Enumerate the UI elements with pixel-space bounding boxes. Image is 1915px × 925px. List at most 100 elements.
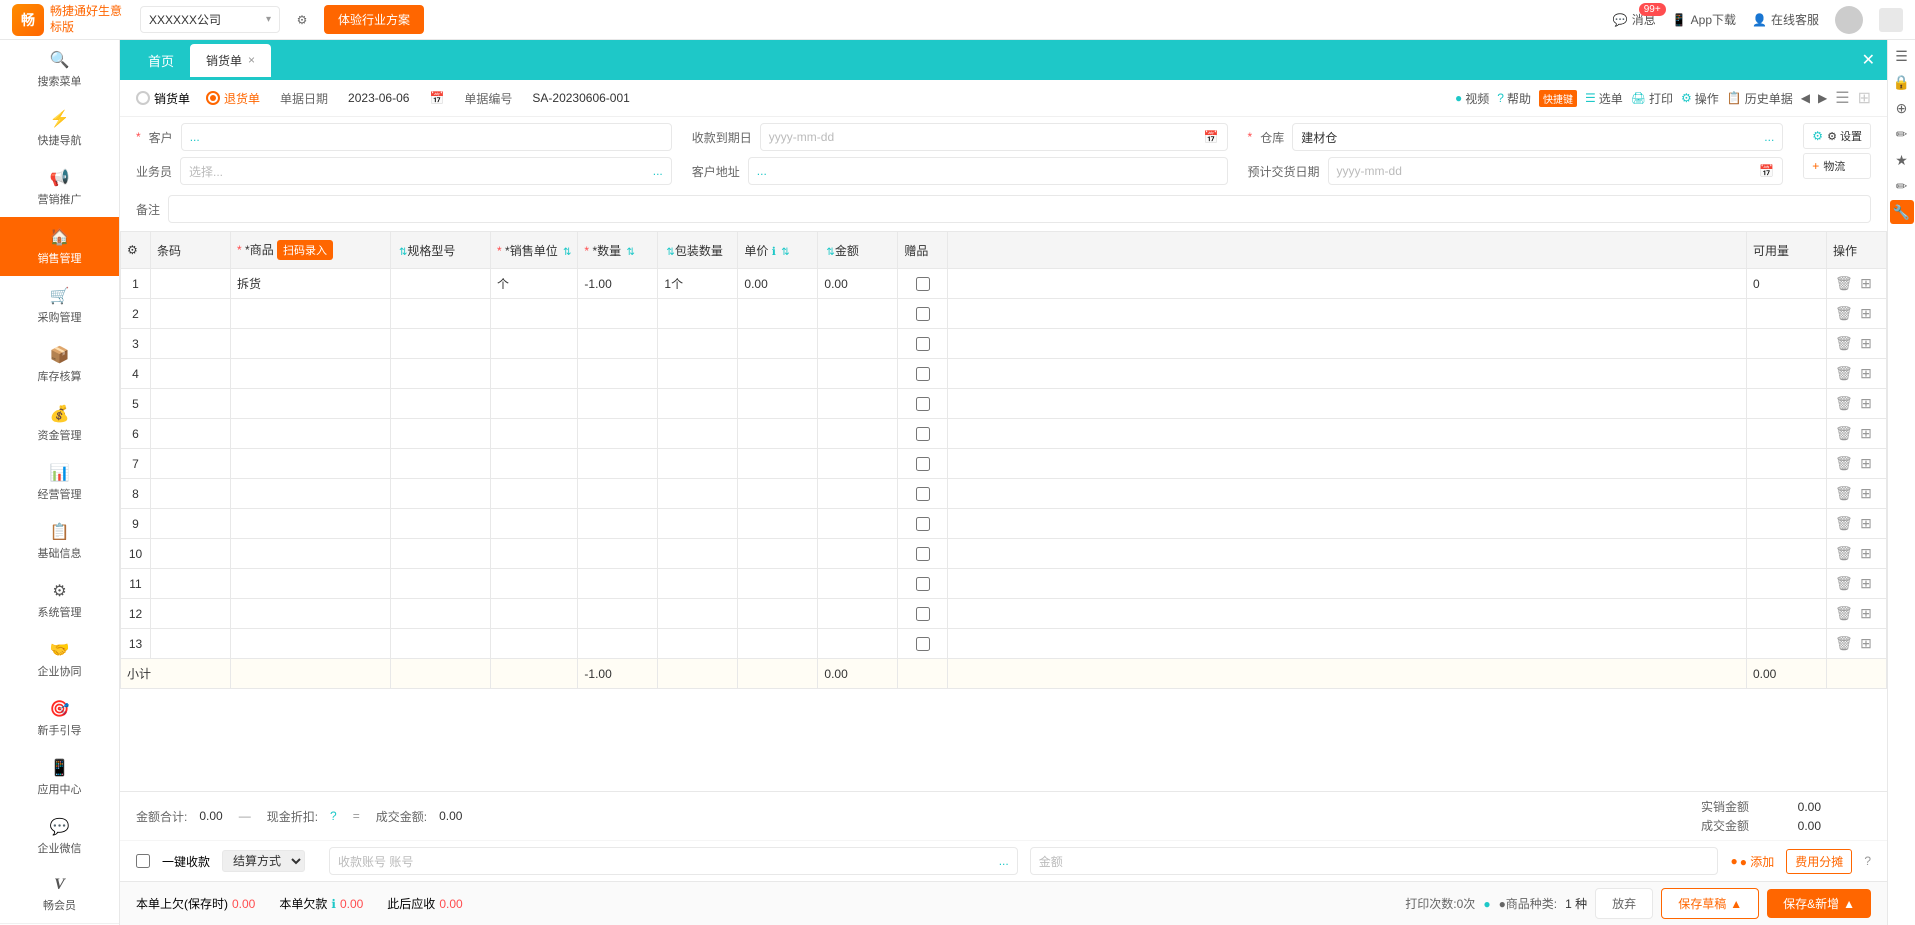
row-barcode[interactable]	[151, 329, 231, 359]
copy-row-icon[interactable]: ⊞	[1860, 395, 1872, 411]
discard-btn[interactable]: 放弃	[1595, 888, 1653, 919]
row-product[interactable]	[231, 419, 391, 449]
gift-checkbox[interactable]	[916, 517, 930, 531]
tab-active[interactable]: 销货单 ×	[190, 44, 271, 77]
row-qty[interactable]	[578, 359, 658, 389]
sidebar-item-system[interactable]: ⚙ 系统管理	[0, 571, 119, 630]
copy-row-icon[interactable]: ⊞	[1860, 305, 1872, 321]
row-pkgqty[interactable]	[658, 299, 738, 329]
row-price[interactable]	[738, 509, 818, 539]
row-amount[interactable]	[818, 299, 898, 329]
row-unit[interactable]	[491, 449, 578, 479]
discount-info-icon[interactable]: ?	[330, 809, 337, 823]
row-product[interactable]	[231, 449, 391, 479]
copy-row-icon[interactable]: ⊞	[1860, 455, 1872, 471]
row-qty[interactable]	[578, 479, 658, 509]
save-draft-btn[interactable]: 保存草稿 ▲	[1661, 888, 1759, 919]
tab-close-icon[interactable]: ×	[248, 53, 255, 67]
row-spec[interactable]	[391, 479, 491, 509]
delete-row-icon[interactable]: 🗑	[1835, 575, 1853, 591]
sidebar-item-appstore[interactable]: 📱 应用中心	[0, 748, 119, 807]
row-unit[interactable]	[491, 389, 578, 419]
row-product[interactable]: 拆货	[231, 269, 391, 299]
row-qty[interactable]	[578, 509, 658, 539]
row-barcode[interactable]	[151, 449, 231, 479]
expected-date-input[interactable]: yyyy-mm-dd 📅	[1328, 157, 1784, 185]
due-date-input[interactable]: yyyy-mm-dd 📅	[760, 123, 1228, 151]
row-product[interactable]	[231, 539, 391, 569]
row-spec[interactable]	[391, 509, 491, 539]
row-qty[interactable]	[578, 599, 658, 629]
payment-amount-input[interactable]: 金额	[1030, 847, 1719, 875]
delete-row-icon[interactable]: 🗑	[1835, 275, 1853, 291]
row-pkgqty[interactable]	[658, 599, 738, 629]
row-barcode[interactable]	[151, 509, 231, 539]
select-btn[interactable]: ☰ 选单	[1585, 90, 1623, 107]
row-amount[interactable]	[818, 359, 898, 389]
row-barcode[interactable]	[151, 419, 231, 449]
row-price[interactable]	[738, 539, 818, 569]
trial-button[interactable]: 体验行业方案	[324, 5, 424, 34]
delete-row-icon[interactable]: 🗑	[1835, 605, 1853, 621]
list-view-icon[interactable]: ☰	[1835, 88, 1849, 108]
expense-help-icon[interactable]: ?	[1864, 854, 1871, 868]
gift-checkbox[interactable]	[916, 637, 930, 651]
delete-row-icon[interactable]: 🗑	[1835, 485, 1853, 501]
row-amount[interactable]	[818, 629, 898, 659]
row-unit[interactable]	[491, 299, 578, 329]
row-unit[interactable]	[491, 509, 578, 539]
delete-row-icon[interactable]: 🗑	[1835, 635, 1853, 651]
sidebar-item-collab[interactable]: 🤝 企业协同	[0, 630, 119, 689]
row-barcode[interactable]	[151, 389, 231, 419]
radio-return-order[interactable]: 退货单	[206, 90, 260, 107]
delete-row-icon[interactable]: 🗑	[1835, 515, 1853, 531]
row-product[interactable]	[231, 389, 391, 419]
row-spec[interactable]	[391, 539, 491, 569]
sidebar-item-finance[interactable]: 💰 资金管理	[0, 394, 119, 453]
operation-btn[interactable]: ⚙ 操作	[1681, 90, 1719, 107]
delete-row-icon[interactable]: 🗑	[1835, 455, 1853, 471]
close-all-btn[interactable]: ✕	[1862, 50, 1875, 70]
row-qty[interactable]: -1.00	[578, 269, 658, 299]
row-price[interactable]	[738, 599, 818, 629]
sidebar-item-search[interactable]: 🔍 搜索菜单	[0, 40, 119, 99]
row-spec[interactable]	[391, 599, 491, 629]
sidebar-item-marketing[interactable]: 📢 营销推广	[0, 158, 119, 217]
row-amount[interactable]	[818, 599, 898, 629]
video-btn[interactable]: ● 视频	[1455, 90, 1489, 107]
gift-checkbox[interactable]	[916, 607, 930, 621]
copy-row-icon[interactable]: ⊞	[1860, 635, 1872, 651]
scan-barcode-btn[interactable]: 扫码录入	[277, 240, 333, 260]
row-unit[interactable]	[491, 479, 578, 509]
row-spec[interactable]	[391, 389, 491, 419]
row-barcode[interactable]	[151, 359, 231, 389]
row-pkgqty[interactable]	[658, 419, 738, 449]
gift-checkbox[interactable]	[916, 427, 930, 441]
customer-addr-input[interactable]: ...	[748, 157, 1228, 185]
row-unit[interactable]: 个	[491, 269, 578, 299]
history-btn[interactable]: 📋 历史单据	[1727, 90, 1793, 107]
sidebar-item-management[interactable]: 📊 经营管理	[0, 453, 119, 512]
row-price[interactable]	[738, 329, 818, 359]
customer-input[interactable]: ...	[181, 123, 672, 151]
row-price[interactable]	[738, 569, 818, 599]
row-spec[interactable]	[391, 269, 491, 299]
row-spec[interactable]	[391, 449, 491, 479]
delete-row-icon[interactable]: 🗑	[1835, 425, 1853, 441]
info-icon2[interactable]: ℹ	[331, 897, 336, 911]
row-unit[interactable]	[491, 569, 578, 599]
copy-row-icon[interactable]: ⊞	[1860, 545, 1872, 561]
row-price[interactable]	[738, 389, 818, 419]
row-unit[interactable]	[491, 539, 578, 569]
gift-checkbox[interactable]	[916, 397, 930, 411]
row-price[interactable]	[738, 479, 818, 509]
copy-row-icon[interactable]: ⊞	[1860, 275, 1872, 291]
row-qty[interactable]	[578, 449, 658, 479]
row-pkgqty[interactable]	[658, 359, 738, 389]
row-pkgqty[interactable]	[658, 449, 738, 479]
row-amount[interactable]: 0.00	[818, 269, 898, 299]
tab-home[interactable]: 首页	[132, 43, 190, 78]
copy-row-icon[interactable]: ⊞	[1860, 515, 1872, 531]
nav-next-icon[interactable]: ▶	[1818, 91, 1827, 105]
copy-row-icon[interactable]: ⊞	[1860, 335, 1872, 351]
